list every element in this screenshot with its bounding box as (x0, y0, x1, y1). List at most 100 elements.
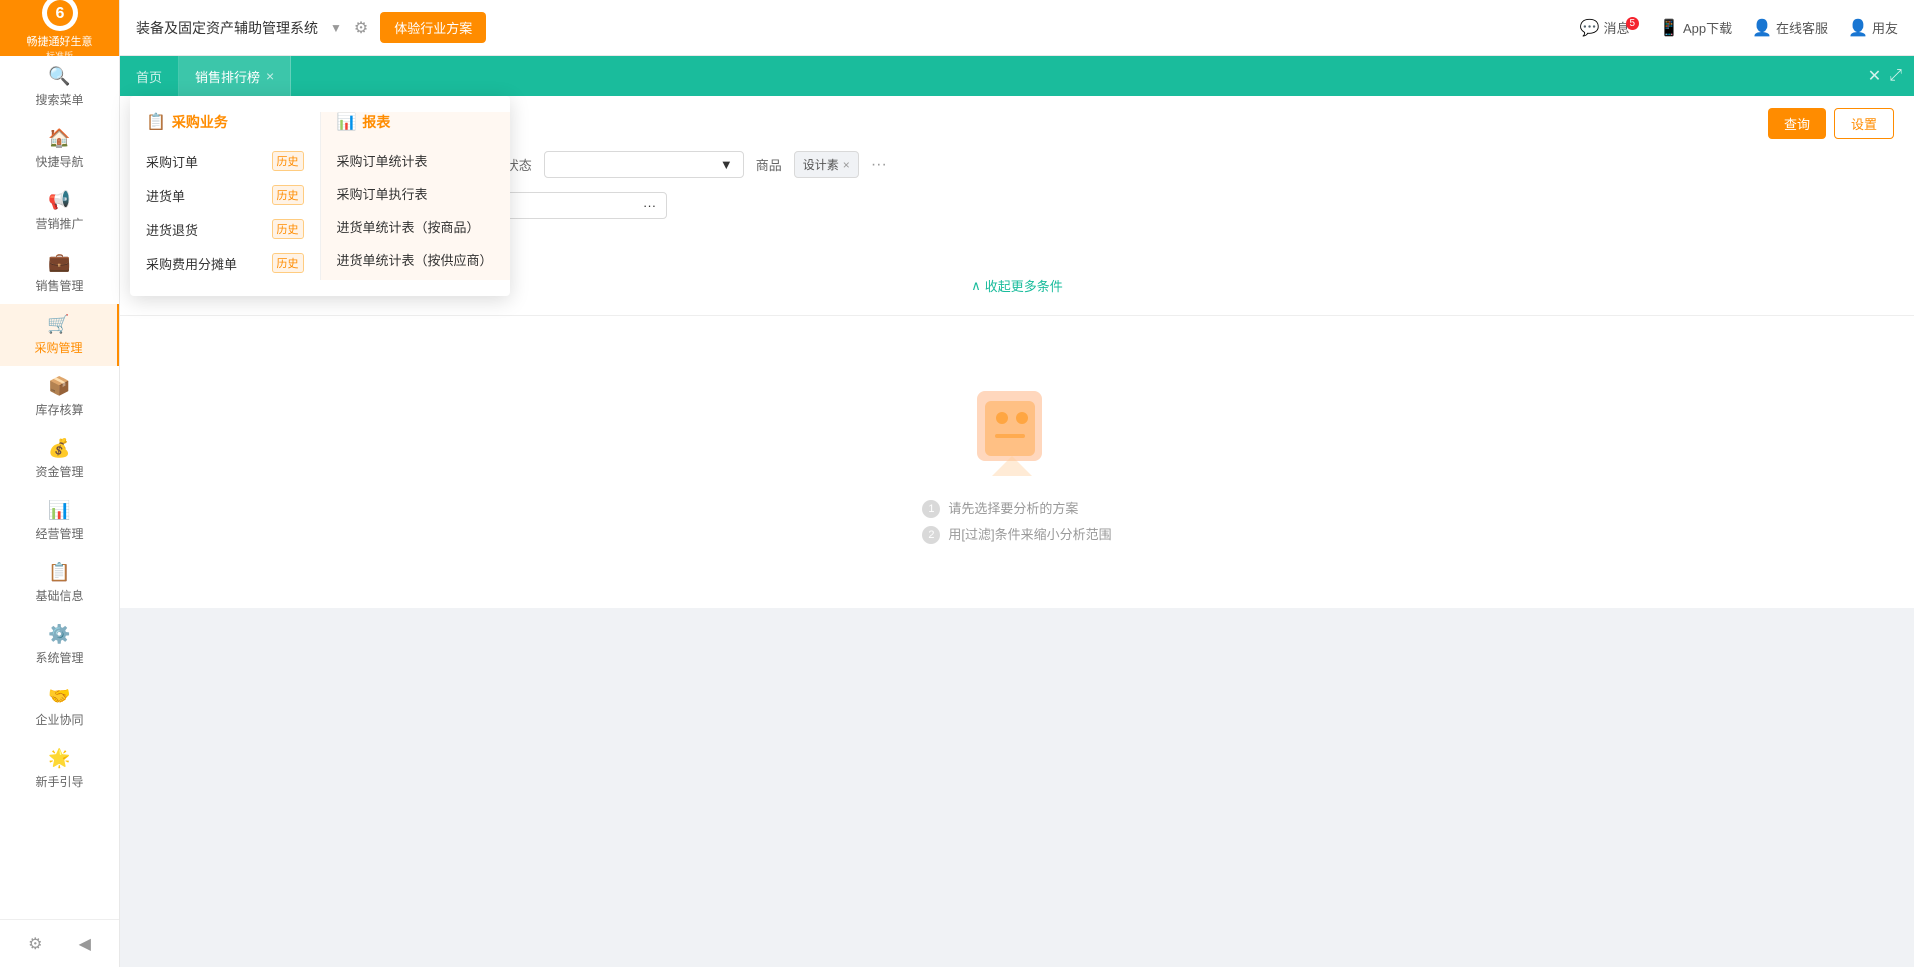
svg-text:6: 6 (55, 5, 64, 22)
tab-actions: ✕ ⤢ (1856, 56, 1914, 96)
search-icon: 🔍 (48, 66, 70, 87)
settings-btn[interactable]: 设置 (1834, 108, 1894, 139)
header-settings-icon[interactable]: ⚙ (354, 18, 368, 38)
business-section-icon: 📋 (146, 112, 166, 132)
receipt-stats-supplier-item[interactable]: 进货单统计表（按供应商） (337, 243, 495, 276)
query-btn[interactable]: 查询 (1768, 108, 1826, 139)
tab-expand-btn[interactable]: ⤢ (1889, 67, 1902, 85)
sidebar-item-label: 销售管理 (35, 277, 83, 294)
purchase-order-item[interactable]: 采购订单 历史 (146, 144, 304, 178)
goods-tag-close[interactable]: × (843, 158, 850, 172)
sidebar-item-enterprise[interactable]: 🤝 企业协同 (0, 676, 119, 738)
goods-more-btn[interactable]: ··· (871, 156, 887, 174)
step2-num: 2 (922, 526, 940, 544)
sidebar-item-label: 系统管理 (35, 649, 83, 666)
sidebar-item-inventory[interactable]: 📦 库存核算 (0, 366, 119, 428)
sidebar-item-label: 快捷导航 (35, 153, 83, 170)
sidebar-logo: 6 畅捷通好生意 标准版 (0, 0, 119, 56)
sidebar-item-label: 经营管理 (35, 525, 83, 542)
sidebar-item-system[interactable]: ⚙️ 系统管理 (0, 614, 119, 676)
receipt-stats-goods-item[interactable]: 进货单统计表（按商品） (337, 210, 495, 243)
tab-bar: 首页 销售排行榜 × ✕ ⤢ (120, 56, 1914, 96)
empty-step-1: 1 请先选择要分析的方案 (922, 496, 1111, 522)
user-label: 用友 (1872, 18, 1898, 37)
purchase-order-badge: 历史 (272, 151, 304, 171)
purchase-expense-badge: 历史 (272, 253, 304, 273)
sidebar-item-operations[interactable]: 📊 经营管理 (0, 490, 119, 552)
sidebar-item-search[interactable]: 🔍 搜索菜单 (0, 56, 119, 118)
step2-text: 用[过滤]条件来缩小分析范围 (948, 522, 1111, 548)
salesperson-dots: ··· (643, 198, 656, 213)
purchase-expense-item[interactable]: 采购费用分摊单 历史 (146, 246, 304, 280)
purchase-dropdown-menu: 📋 采购业务 采购订单 历史 进货单 历史 进货退货 历史 采购费用分摊单 历史… (130, 96, 510, 296)
messages-btn[interactable]: 💬 消息 5 (1580, 18, 1640, 38)
header: 装备及固定资产辅助管理系统 ▼ ⚙ 体验行业方案 💬 消息 5 📱 App下载 … (120, 0, 1914, 56)
enterprise-icon: 🤝 (48, 686, 70, 707)
sidebar-item-purchase[interactable]: 🛒 采购管理 (0, 304, 119, 366)
purchase-business-title: 📋 采购业务 (146, 112, 304, 132)
sidebar-collapse-btn[interactable]: ◀ (79, 934, 91, 954)
goods-tag-text: 设计素 (803, 156, 839, 173)
phone-icon: 📱 (1659, 18, 1679, 38)
app-download-btn[interactable]: 📱 App下载 (1659, 18, 1732, 38)
sidebar-item-label: 采购管理 (34, 339, 82, 356)
basic-info-icon: 📋 (48, 562, 70, 583)
tab-home[interactable]: 首页 (120, 56, 179, 96)
empty-area: 1 请先选择要分析的方案 2 用[过滤]条件来缩小分析范围 (120, 316, 1914, 608)
tab-close-icon[interactable]: × (266, 68, 274, 84)
online-service-label: 在线客服 (1776, 18, 1828, 37)
sidebar-item-basic-info[interactable]: 📋 基础信息 (0, 552, 119, 614)
goods-return-item[interactable]: 进货退货 历史 (146, 212, 304, 246)
po-exec-label: 采购订单执行表 (337, 184, 428, 203)
sidebar-settings-btn[interactable]: ⚙ (28, 934, 42, 954)
report-title-text: 报表 (362, 112, 390, 132)
collapse-btn[interactable]: ∧ 收起更多条件 (971, 268, 1063, 303)
sidebar-item-quick-nav[interactable]: 🏠 快捷导航 (0, 118, 119, 180)
tab-close-btn[interactable]: ✕ (1868, 66, 1881, 86)
goods-label: 商品 (756, 155, 782, 174)
logo-text: 畅捷通好生意 (27, 33, 93, 49)
goods-tag: 设计素 × (794, 151, 859, 178)
inventory-icon: 📦 (48, 376, 70, 397)
tab-sales-ranking[interactable]: 销售排行榜 × (179, 56, 291, 96)
sidebar-item-guide[interactable]: 🌟 新手引导 (0, 738, 119, 800)
logo-icon: 6 (42, 0, 78, 31)
sidebar-item-label: 新手引导 (35, 773, 83, 790)
sidebar-footer: ⚙ ◀ (0, 919, 119, 967)
po-stats-item[interactable]: 采购订单统计表 (337, 144, 495, 177)
step1-text: 请先选择要分析的方案 (948, 496, 1078, 522)
dropdown-icon: ▼ (720, 157, 733, 172)
sidebar-item-marketing[interactable]: 📢 营销推广 (0, 180, 119, 242)
app-download-label: App下载 (1683, 18, 1732, 37)
logo-badge: 标准版 (46, 49, 73, 62)
home-icon: 🏠 (48, 128, 70, 149)
sales-icon: 💼 (48, 252, 70, 273)
online-service-btn[interactable]: 👤 在线客服 (1752, 18, 1828, 38)
notification-badge: 5 (1626, 17, 1640, 30)
po-stats-label: 采购订单统计表 (337, 151, 428, 170)
header-dropdown-icon[interactable]: ▼ (330, 21, 342, 35)
user-btn[interactable]: 👤 用友 (1848, 18, 1898, 38)
purchase-icon: 🛒 (47, 314, 69, 335)
po-exec-item[interactable]: 采购订单执行表 (337, 177, 495, 210)
empty-text: 1 请先选择要分析的方案 2 用[过滤]条件来缩小分析范围 (922, 496, 1111, 548)
receipt-stats-goods-label: 进货单统计表（按商品） (337, 217, 480, 236)
goods-receipt-badge: 历史 (272, 185, 304, 205)
sidebar-item-label: 搜索菜单 (35, 91, 83, 108)
purchase-report-title: 📊 报表 (337, 112, 495, 132)
document-status-select[interactable]: ▼ (544, 151, 744, 178)
header-right: 💬 消息 5 📱 App下载 👤 在线客服 👤 用友 (1580, 18, 1898, 38)
sidebar-item-sales[interactable]: 💼 销售管理 (0, 242, 119, 304)
report-section-icon: 📊 (337, 112, 357, 132)
sidebar-item-finance[interactable]: 💰 资金管理 (0, 428, 119, 490)
avatar-icon: 👤 (1848, 18, 1868, 38)
industry-btn[interactable]: 体验行业方案 (380, 12, 486, 43)
marketing-icon: 📢 (48, 190, 70, 211)
message-icon: 💬 (1580, 18, 1600, 38)
step1-num: 1 (922, 500, 940, 518)
sidebar-item-label: 基础信息 (35, 587, 83, 604)
operations-icon: 📊 (48, 500, 70, 521)
service-icon: 👤 (1752, 18, 1772, 38)
goods-receipt-item[interactable]: 进货单 历史 (146, 178, 304, 212)
sidebar-nav: 🔍 搜索菜单 🏠 快捷导航 📢 营销推广 💼 销售管理 🛒 采购管理 📦 库存核… (0, 56, 119, 919)
